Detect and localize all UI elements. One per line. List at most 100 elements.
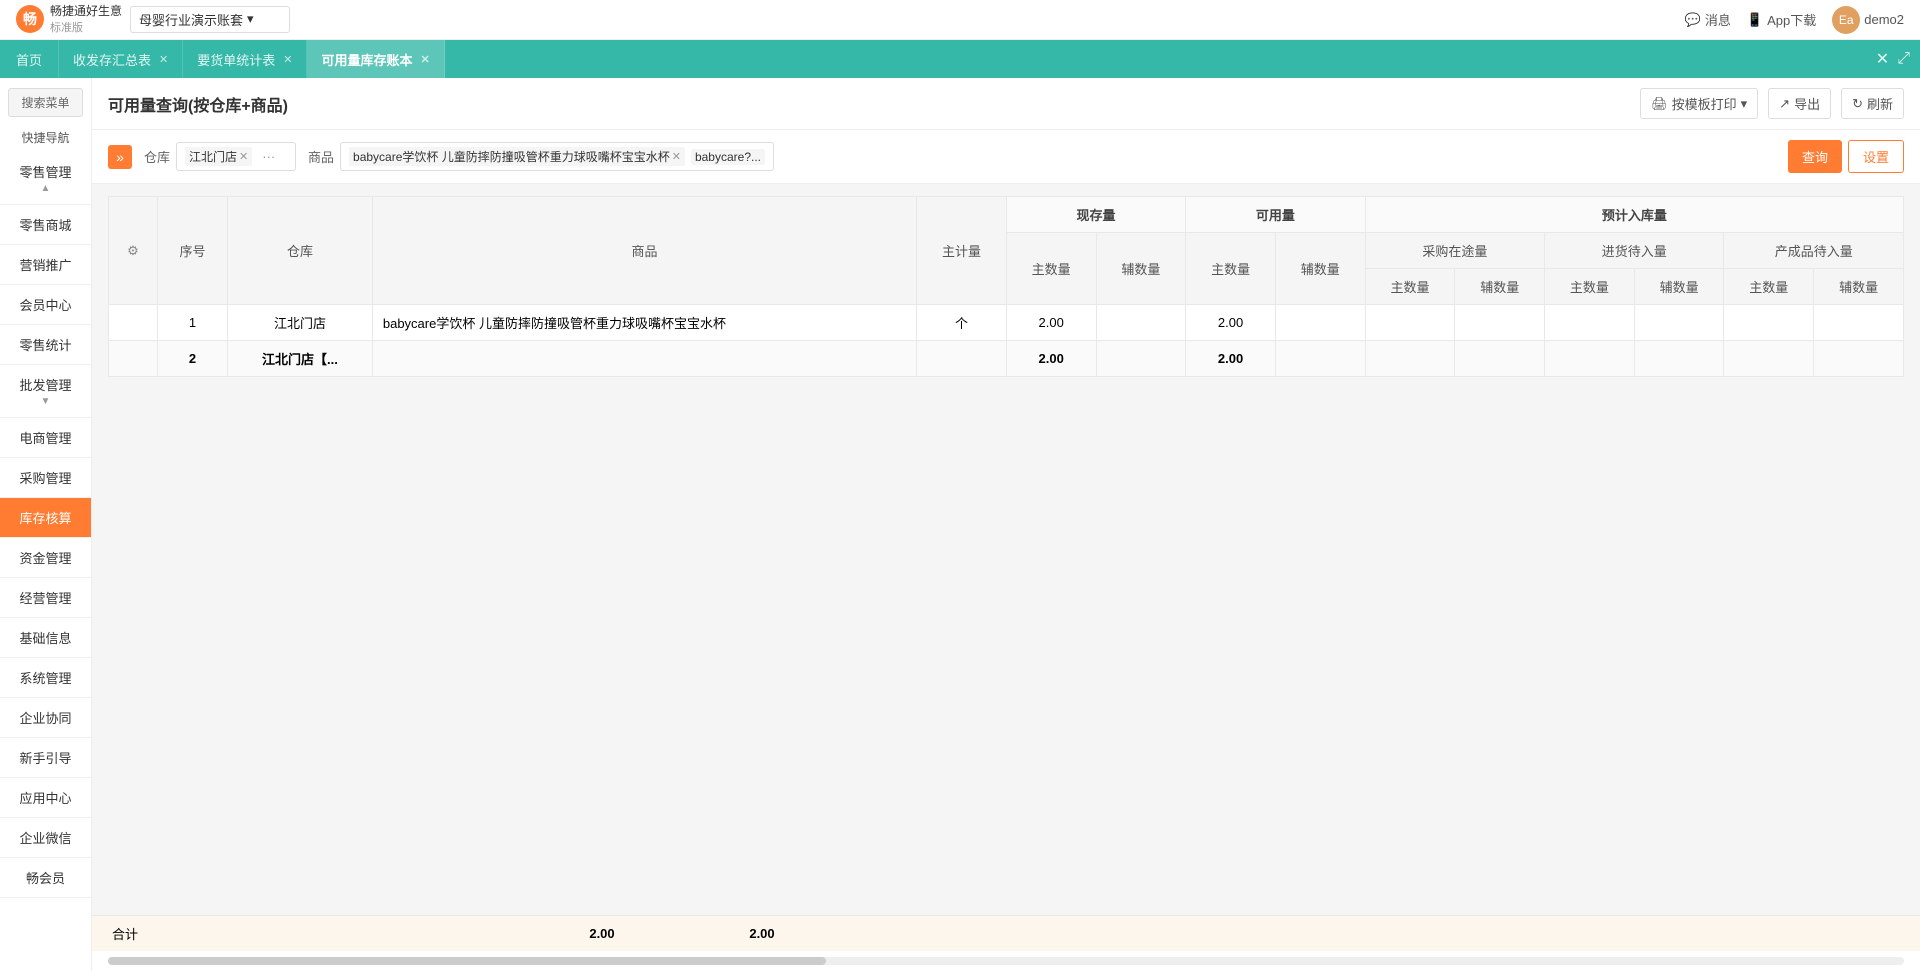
export-label: 导出 <box>1794 94 1820 113</box>
logo-icon: 畅 <box>16 5 44 33</box>
tab-available-stock[interactable]: 可用量库存账本 ✕ <box>307 40 444 78</box>
sidebar-item-member-center[interactable]: 会员中心 <box>0 285 91 325</box>
logo-text: 畅捷通好生意 <box>50 4 122 18</box>
print-dropdown-icon: ▾ <box>1741 96 1748 112</box>
sidebar-item-ops[interactable]: 经营管理 <box>0 578 91 618</box>
avatar: Ea <box>1832 6 1860 34</box>
tab-recv-send-label: 收发存汇总表 <box>73 50 151 69</box>
row1-production-aux <box>1814 305 1904 341</box>
tab-order-stats-close[interactable]: ✕ <box>283 53 292 66</box>
col-seq-header: 序号 <box>157 197 227 305</box>
col-purchase-transit-aux-header: 辅数量 <box>1455 269 1545 305</box>
sidebar-item-member-vip[interactable]: 畅会员 <box>0 858 91 898</box>
page-title: 可用量查询(按仓库+商品) <box>108 92 288 116</box>
tab-recv-send-close[interactable]: ✕ <box>159 53 168 66</box>
product-tag-1: babycare学饮杯 儿童防摔防撞吸管杯重力球吸嘴杯宝宝水杯 ✕ <box>349 147 685 166</box>
tab-home[interactable]: 首页 <box>0 40 59 78</box>
col-product-header: 商品 <box>372 197 916 305</box>
user-area[interactable]: Ea demo2 <box>1832 6 1904 34</box>
row1-seq: 1 <box>157 305 227 341</box>
tab-available-stock-close[interactable]: ✕ <box>421 53 430 66</box>
sidebar-search-area: 搜索菜单 <box>0 78 91 123</box>
product-filter-input[interactable]: babycare学饮杯 儿童防摔防撞吸管杯重力球吸嘴杯宝宝水杯 ✕ babyca… <box>340 142 774 171</box>
row1-current-main: 2.00 <box>1006 305 1096 341</box>
sidebar-search-btn[interactable]: 搜索菜单 <box>8 88 83 117</box>
nav-actions: ✕ ⤢ <box>1866 40 1920 78</box>
print-label: 按模板打印 <box>1672 94 1737 113</box>
warehouse-filter-input[interactable]: 江北门店 ✕ ··· <box>176 142 296 171</box>
tab-recv-send[interactable]: 收发存汇总表 ✕ <box>59 40 183 78</box>
sidebar-item-retail-stats[interactable]: 零售统计 <box>0 325 91 365</box>
row2-avail-main: 2.00 <box>1186 341 1276 377</box>
phone-icon: 📱 <box>1747 12 1763 28</box>
query-btn[interactable]: 查询 <box>1788 140 1842 173</box>
sidebar-item-enterprise-wechat[interactable]: 企业微信 <box>0 818 91 858</box>
sidebar-item-retail-mall[interactable]: 零售商城 <box>0 205 91 245</box>
table-footer: 合计 2.00 2.00 <box>92 915 1920 951</box>
nav-tabs: 首页 收发存汇总表 ✕ 要货单统计表 ✕ 可用量库存账本 ✕ ✕ ⤢ <box>0 40 1920 78</box>
row1-incoming-main <box>1545 305 1635 341</box>
refresh-btn[interactable]: ↻ 刷新 <box>1841 88 1904 119</box>
sidebar-quick-nav-btn[interactable]: 快捷导航 <box>0 123 91 152</box>
app-download-label: App下载 <box>1767 10 1816 29</box>
nav-close-btn[interactable]: ✕ <box>1876 49 1889 69</box>
tab-order-stats[interactable]: 要货单统计表 ✕ <box>183 40 307 78</box>
sidebar-item-enterprise-collab[interactable]: 企业协同 <box>0 698 91 738</box>
export-btn[interactable]: ↗ 导出 <box>1768 88 1831 119</box>
print-template-btn[interactable]: 🖨 按模板打印 ▾ <box>1640 88 1758 119</box>
org-dropdown-icon: ▾ <box>247 11 254 27</box>
export-icon: ↗ <box>1779 96 1790 112</box>
filter-expand-btn[interactable]: » <box>108 145 132 169</box>
sidebar-item-retail-mgmt[interactable]: 零售管理 ▲ <box>0 152 91 205</box>
sidebar-item-sys[interactable]: 系统管理 <box>0 658 91 698</box>
product-tag-2-text: babycare?... <box>695 150 761 164</box>
sidebar-item-new-guide[interactable]: 新手引导 <box>0 738 91 778</box>
row2-product <box>372 341 916 377</box>
col-current-main-qty-header: 主数量 <box>1006 233 1096 305</box>
sidebar-item-purchase[interactable]: 采购管理 <box>0 458 91 498</box>
sidebar-item-member-center-label: 会员中心 <box>19 295 71 314</box>
row1-current-aux <box>1096 305 1186 341</box>
col-current-aux-qty-header: 辅数量 <box>1096 233 1186 305</box>
sidebar-item-marketing[interactable]: 营销推广 <box>0 245 91 285</box>
sidebar-item-sys-label: 系统管理 <box>19 668 71 687</box>
page-header: 可用量查询(按仓库+商品) 🖨 按模板打印 ▾ ↗ 导出 ↻ 刷新 <box>92 78 1920 130</box>
product-tag-2: babycare?... <box>691 149 765 165</box>
logo-area: 畅 畅捷通好生意 标准版 <box>16 4 122 34</box>
footer-label: 合计 <box>102 924 562 943</box>
user-name: demo2 <box>1864 12 1904 27</box>
scroll-bar-area <box>92 951 1920 971</box>
tab-available-stock-label: 可用量库存账本 <box>321 50 412 69</box>
sidebar-item-inventory-label: 库存核算 <box>19 508 71 527</box>
sidebar-item-app-center-label: 应用中心 <box>19 788 71 807</box>
setting-btn[interactable]: 设置 <box>1848 140 1904 173</box>
sidebar-item-app-center[interactable]: 应用中心 <box>0 778 91 818</box>
main-layout: 搜索菜单 快捷导航 零售管理 ▲ 零售商城 营销推广 会员中心 零售统计 批发管… <box>0 78 1920 971</box>
sidebar-item-wholesale[interactable]: 批发管理 ▼ <box>0 365 91 418</box>
refresh-label: 刷新 <box>1867 94 1893 113</box>
message-btn[interactable]: 💬 消息 <box>1685 10 1731 29</box>
product-tag-1-remove[interactable]: ✕ <box>672 150 681 163</box>
row2-incoming-main <box>1545 341 1635 377</box>
org-selector[interactable]: 母婴行业演示账套 ▾ <box>130 6 290 33</box>
sidebar-item-finance[interactable]: 资金管理 <box>0 538 91 578</box>
row2-main-unit <box>917 341 1007 377</box>
sidebar-retail-mgmt-arrow: ▲ <box>41 183 51 194</box>
sidebar-item-inventory[interactable]: 库存核算 <box>0 498 91 538</box>
sidebar-item-ecommerce[interactable]: 电商管理 <box>0 418 91 458</box>
warehouse-more-btn[interactable]: ··· <box>258 149 279 164</box>
top-bar: 畅 畅捷通好生意 标准版 母婴行业演示账套 ▾ 💬 消息 📱 App下载 Ea … <box>0 0 1920 40</box>
sidebar-item-basic-info[interactable]: 基础信息 <box>0 618 91 658</box>
filter-bar: » 仓库 江北门店 ✕ ··· 商品 babycare学饮杯 儿童防摔防撞吸管杯… <box>92 130 1920 184</box>
table-row: 1 江北门店 babycare学饮杯 儿童防摔防撞吸管杯重力球吸嘴杯宝宝水杯 个… <box>109 305 1904 341</box>
row1-product: babycare学饮杯 儿童防摔防撞吸管杯重力球吸嘴杯宝宝水杯 <box>372 305 916 341</box>
row2-current-main: 2.00 <box>1006 341 1096 377</box>
gear-icon[interactable]: ⚙ <box>127 243 139 258</box>
col-planned-inbound-header: 预计入库量 <box>1365 197 1903 233</box>
app-download-btn[interactable]: 📱 App下载 <box>1747 10 1816 29</box>
warehouse-tag-remove[interactable]: ✕ <box>239 150 248 163</box>
footer-total-avail-main: 2.00 <box>722 926 802 941</box>
row1-avail-aux <box>1275 305 1365 341</box>
footer-total-current-main: 2.00 <box>562 926 642 941</box>
nav-expand-btn[interactable]: ⤢ <box>1897 50 1910 68</box>
